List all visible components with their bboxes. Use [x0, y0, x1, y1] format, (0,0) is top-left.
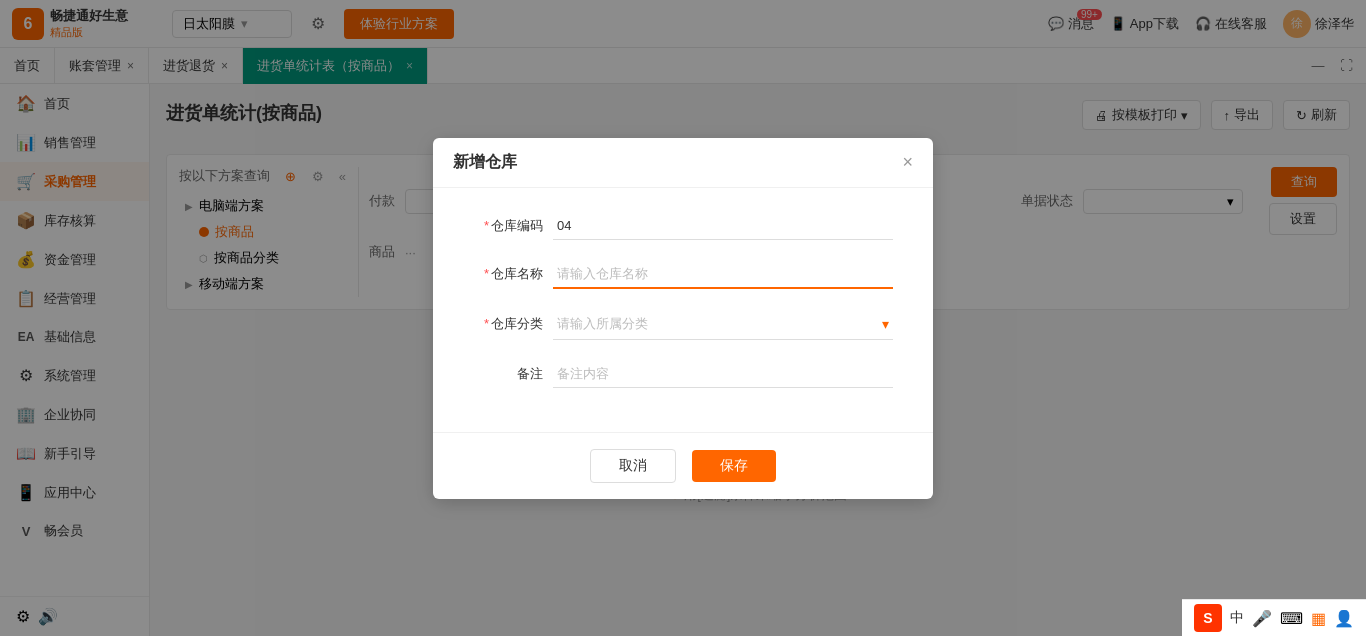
- note-input[interactable]: [553, 360, 893, 388]
- save-button[interactable]: 保存: [692, 450, 776, 482]
- form-row-name: 仓库名称: [473, 260, 893, 289]
- modal-overlay[interactable]: 新增仓库 × 仓库编码 仓库名称 仓库分类 请输入所属分类 ▾: [0, 0, 1366, 636]
- category-arrow-icon: ▾: [882, 316, 889, 332]
- category-label: 仓库分类: [473, 315, 553, 333]
- dialog-footer: 取消 保存: [433, 432, 933, 499]
- cancel-button[interactable]: 取消: [590, 449, 676, 483]
- code-label: 仓库编码: [473, 217, 553, 235]
- bottom-icon-keyboard: ⌨: [1280, 609, 1303, 628]
- note-label: 备注: [473, 365, 553, 383]
- bottom-icon-zhong: 中: [1230, 609, 1244, 627]
- dialog-close-button[interactable]: ×: [902, 152, 913, 173]
- form-row-code: 仓库编码: [473, 212, 893, 240]
- dialog-header: 新增仓库 ×: [433, 138, 933, 188]
- code-input[interactable]: [553, 212, 893, 240]
- bottom-icon-user2: 👤: [1334, 609, 1354, 628]
- dialog-title: 新增仓库: [453, 152, 517, 173]
- bottom-icon-mic: 🎤: [1252, 609, 1272, 628]
- category-select[interactable]: 请输入所属分类 ▾: [553, 309, 893, 340]
- new-warehouse-dialog: 新增仓库 × 仓库编码 仓库名称 仓库分类 请输入所属分类 ▾: [433, 138, 933, 499]
- category-placeholder: 请输入所属分类: [557, 315, 882, 333]
- name-label: 仓库名称: [473, 265, 553, 283]
- name-input[interactable]: [553, 260, 893, 289]
- bottom-bar: S 中 🎤 ⌨ ▦ 👤: [1182, 599, 1366, 636]
- bottom-logo: S: [1194, 604, 1222, 632]
- form-row-note: 备注: [473, 360, 893, 388]
- dialog-body: 仓库编码 仓库名称 仓库分类 请输入所属分类 ▾ 备注: [433, 188, 933, 432]
- form-row-category: 仓库分类 请输入所属分类 ▾: [473, 309, 893, 340]
- bottom-icon-widget: ▦: [1311, 609, 1326, 628]
